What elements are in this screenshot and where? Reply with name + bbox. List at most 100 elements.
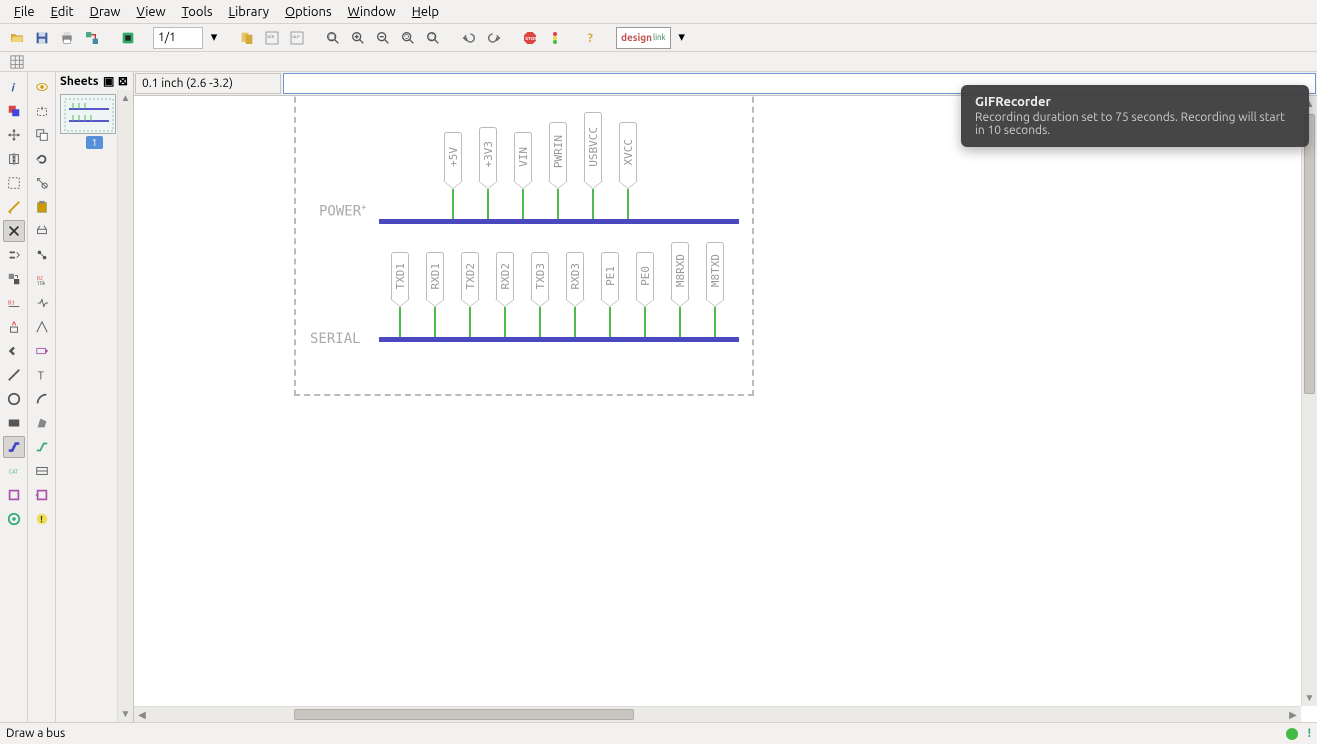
designlink-button[interactable]: designlink <box>616 27 671 49</box>
hscroll-left-icon[interactable]: ◀ <box>134 707 150 722</box>
attribute-tool[interactable] <box>31 460 53 482</box>
split-tool[interactable] <box>3 340 25 362</box>
designlink-dropdown-arrow[interactable]: ▾ <box>674 27 690 49</box>
svg-text:10k: 10k <box>36 280 45 286</box>
menu-library[interactable]: Library <box>221 2 277 22</box>
pin-label: PE0 <box>639 263 652 289</box>
rotate-tool[interactable] <box>31 148 53 170</box>
mark-tool[interactable] <box>31 100 53 122</box>
zoom-in-button[interactable] <box>347 27 369 49</box>
move-tool[interactable] <box>3 124 25 146</box>
invoke-tool[interactable]: R210k <box>31 268 53 290</box>
pin-tag: RXD3 <box>566 252 584 300</box>
canvas-vertical-scrollbar[interactable]: ▲ ▼ <box>1301 96 1317 706</box>
smash-tool[interactable] <box>3 316 25 338</box>
svg-text:CAT: CAT <box>8 469 17 475</box>
cut-tool[interactable] <box>3 196 25 218</box>
menu-tools[interactable]: Tools <box>174 2 221 22</box>
save-button[interactable] <box>31 27 53 49</box>
paste-tool[interactable] <box>31 196 53 218</box>
undo-button[interactable] <box>458 27 480 49</box>
hscroll-thumb[interactable] <box>294 709 634 720</box>
show-tool[interactable] <box>31 76 53 98</box>
zoom-fit-button[interactable] <box>322 27 344 49</box>
copy-tool[interactable] <box>31 124 53 146</box>
sheets-close-icon[interactable]: ⊠ <box>117 74 129 88</box>
miter-tool[interactable] <box>31 316 53 338</box>
vscroll-thumb[interactable] <box>1304 114 1315 394</box>
canvas-horizontal-scrollbar[interactable]: ◀ ▶ <box>134 706 1301 722</box>
pin-wire <box>557 189 559 219</box>
go-button[interactable] <box>544 27 566 49</box>
pin-label: PWRIN <box>552 132 565 171</box>
menu-window[interactable]: Window <box>340 2 404 22</box>
group-tool[interactable] <box>3 172 25 194</box>
rect-tool[interactable] <box>3 412 25 434</box>
wire-tool[interactable] <box>3 364 25 386</box>
junction-tool[interactable]: CAT <box>3 460 25 482</box>
value-tool[interactable] <box>31 292 53 314</box>
stop-button[interactable]: STOP <box>519 27 541 49</box>
sheets-scrollbar[interactable]: ▲ ▼ <box>117 90 133 722</box>
pinswap-tool[interactable] <box>3 244 25 266</box>
delete-tool[interactable] <box>3 220 25 242</box>
polygon-tool[interactable] <box>31 412 53 434</box>
label-tool[interactable] <box>31 340 53 362</box>
menu-file[interactable]: File <box>6 2 43 22</box>
signal-pin-vin: VIN <box>514 132 532 219</box>
print-button[interactable] <box>56 27 78 49</box>
info-tool[interactable]: i <box>3 76 25 98</box>
pin-wire <box>714 307 716 337</box>
change-tool[interactable] <box>31 172 53 194</box>
module-tool[interactable] <box>3 484 25 506</box>
hscroll-right-icon[interactable]: ▶ <box>1285 707 1301 722</box>
name-tool[interactable]: R1 <box>3 292 25 314</box>
open-button[interactable] <box>6 27 28 49</box>
menu-edit[interactable]: Edit <box>43 2 82 22</box>
arc-tool[interactable] <box>31 388 53 410</box>
ulp-button[interactable]: ULP <box>286 27 308 49</box>
pin-label: VIN <box>517 144 530 170</box>
pin-tag: M8RXD <box>671 242 689 300</box>
sheet-selector[interactable]: 1/1 <box>153 27 203 49</box>
errors-tool[interactable]: ! <box>31 508 53 530</box>
use-library-button[interactable] <box>236 27 258 49</box>
pin-tag: XVCC <box>619 122 637 182</box>
redo-button[interactable] <box>483 27 505 49</box>
scroll-up-icon[interactable]: ▲ <box>118 90 133 106</box>
zoom-redraw-button[interactable] <box>397 27 419 49</box>
help-button[interactable]: ? <box>580 27 602 49</box>
pin-label: TXD3 <box>534 260 547 293</box>
sheet-selector-arrow[interactable]: ▾ <box>206 27 222 49</box>
add-tool[interactable] <box>31 220 53 242</box>
canvas[interactable]: POWER+ +5V+3V3VINPWRINUSBVCCXVCC SERIAL … <box>134 96 1317 722</box>
zoom-out-button[interactable] <box>372 27 394 49</box>
zoom-select-button[interactable] <box>422 27 444 49</box>
cam-button[interactable] <box>81 27 103 49</box>
board-button[interactable] <box>117 27 139 49</box>
menu-options[interactable]: Options <box>277 2 340 22</box>
circle-tool[interactable] <box>3 388 25 410</box>
serial-bus-line <box>379 337 739 342</box>
menu-view[interactable]: View <box>129 2 174 22</box>
replace-tool[interactable] <box>3 268 25 290</box>
script-button[interactable]: SCR <box>261 27 283 49</box>
port-tool[interactable] <box>31 484 53 506</box>
bus-tool[interactable] <box>3 436 25 458</box>
notification-title: GIFRecorder <box>975 95 1295 109</box>
signal-pin-pe0: PE0 <box>636 252 654 337</box>
text-tool[interactable]: T <box>31 364 53 386</box>
signal-pin-rxd3: RXD3 <box>566 252 584 337</box>
layer-display-tool[interactable] <box>3 100 25 122</box>
mirror-tool[interactable] <box>3 148 25 170</box>
vscroll-down-icon[interactable]: ▼ <box>1302 690 1317 706</box>
net-tool[interactable] <box>31 436 53 458</box>
erc-tool[interactable] <box>3 508 25 530</box>
menu-help[interactable]: Help <box>404 2 447 22</box>
menu-draw[interactable]: Draw <box>82 2 129 22</box>
gateswap-tool[interactable] <box>31 244 53 266</box>
scroll-down-icon[interactable]: ▼ <box>118 706 133 722</box>
pin-tag: +5V <box>444 132 462 182</box>
grid-toggle-icon[interactable] <box>6 53 28 71</box>
sheets-detach-icon[interactable]: ▣ <box>103 74 115 88</box>
